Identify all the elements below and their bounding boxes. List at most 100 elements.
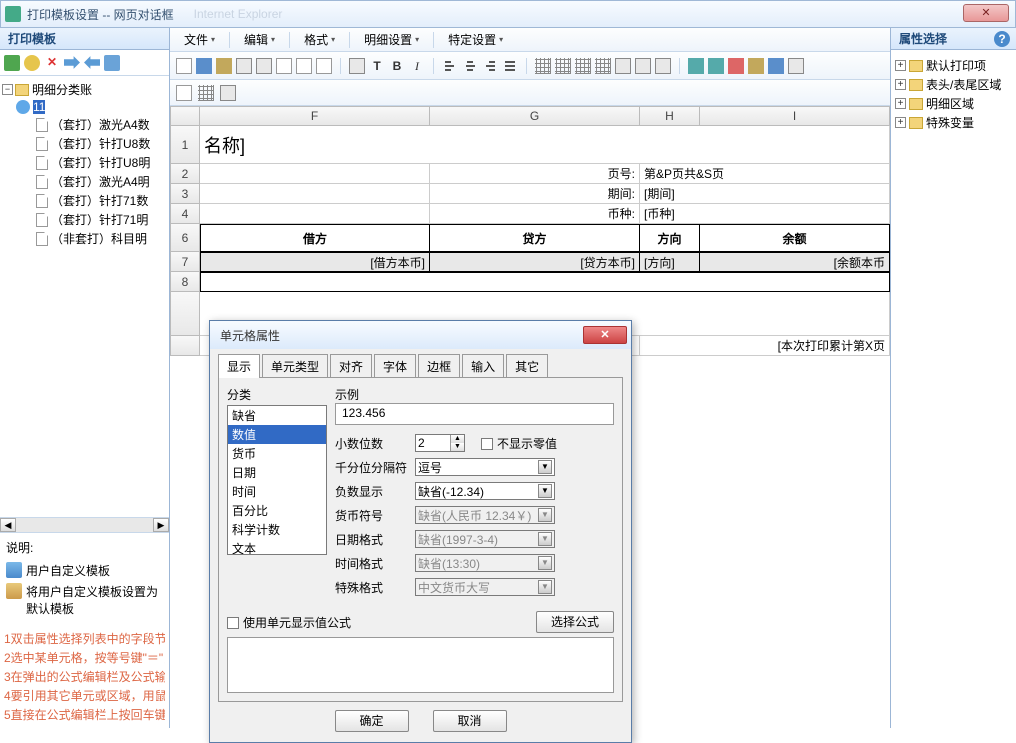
tab-input[interactable]: 输入 [462,354,504,378]
tree-child-label[interactable]: 11 [33,100,45,114]
tree-item[interactable]: 默认打印项 [926,57,986,74]
category-item[interactable]: 科学计数 [228,520,326,539]
open-icon[interactable] [216,58,232,74]
split-cells-icon[interactable] [555,58,571,74]
cell[interactable]: 币种: [430,204,640,224]
scroll-right-icon[interactable]: ▶ [153,518,169,532]
row-header[interactable]: 8 [170,272,200,292]
formula-label[interactable]: 使用单元显示值公式 [243,616,351,630]
page-setup-icon[interactable] [768,58,784,74]
category-item[interactable]: 数值 [228,425,326,444]
tab-display[interactable]: 显示 [218,354,260,378]
decimal-spinner[interactable]: ▲▼ [415,434,465,452]
merge-cells-icon[interactable] [535,58,551,74]
align-left-icon[interactable] [442,58,458,74]
preview-icon[interactable] [276,58,292,74]
row-header[interactable]: 4 [170,204,200,224]
category-item[interactable]: 缺省 [228,406,326,425]
ok-button[interactable]: 确定 [335,710,409,732]
cell[interactable]: [币种] [640,204,890,224]
cell[interactable]: 余额 [700,224,890,252]
cell[interactable]: 名称] [200,126,890,164]
tab-celltype[interactable]: 单元类型 [262,354,328,378]
copy-template-icon[interactable] [104,55,120,71]
cell-icon[interactable] [220,85,236,101]
export-icon[interactable] [84,55,100,71]
formula-textarea[interactable] [227,637,614,693]
category-item[interactable]: 文本 [228,539,326,555]
tree-item[interactable]: （套打）针打71数 [51,192,148,209]
paste-icon[interactable] [256,58,272,74]
tree-item[interactable]: （套打）针打U8明 [51,154,150,171]
menu-edit[interactable]: 编辑▾ [238,29,281,50]
cell[interactable]: [本次打印累计第X页 [640,336,890,356]
cell[interactable]: 借方 [200,224,430,252]
text-icon[interactable]: T [369,58,385,74]
row-header[interactable] [170,292,200,336]
chevron-down-icon[interactable]: ▼ [538,484,552,498]
template-tree[interactable]: −明细分类账 11 （套打）激光A4数 （套打）针打U8数 （套打）针打U8明 … [0,76,169,517]
tree-item[interactable]: 表头/表尾区域 [926,76,1001,93]
bold-icon[interactable]: B [389,58,405,74]
category-item[interactable]: 日期 [228,463,326,482]
collapse-icon[interactable]: − [2,84,13,95]
row-header[interactable]: 1 [170,126,200,164]
cell[interactable]: 页号: [430,164,640,184]
undo-icon[interactable] [296,58,312,74]
import-icon[interactable] [64,55,80,71]
cell[interactable]: [借方本币] [200,252,430,272]
cell[interactable] [200,184,430,204]
page-icon[interactable] [176,85,192,101]
select-all-corner[interactable] [170,106,200,126]
menu-file[interactable]: 文件▾ [178,29,221,50]
header-icon[interactable] [728,58,744,74]
expand-icon[interactable]: + [895,98,906,109]
cell[interactable]: [余额本币 [700,252,890,272]
row-header[interactable]: 6 [170,224,200,252]
grid-icon[interactable] [595,58,611,74]
edit-template-icon[interactable] [24,55,40,71]
col-header[interactable]: I [700,106,890,126]
copy-icon[interactable] [236,58,252,74]
category-item[interactable]: 百分比 [228,501,326,520]
menu-format[interactable]: 格式▾ [298,29,341,50]
region-icon[interactable] [688,58,704,74]
format-paint-icon[interactable] [349,58,365,74]
menu-special[interactable]: 特定设置▾ [442,29,509,50]
hide-zero-label[interactable]: 不显示零值 [497,437,557,451]
table-icon[interactable] [198,85,214,101]
decimal-input[interactable] [416,435,450,451]
col-header[interactable]: G [430,106,640,126]
tab-font[interactable]: 字体 [374,354,416,378]
insert-col-icon[interactable] [635,58,651,74]
align-right-icon[interactable] [482,58,498,74]
tree-item[interactable]: （套打）激光A4明 [51,173,150,190]
align-center-icon[interactable] [462,58,478,74]
category-item[interactable]: 时间 [228,482,326,501]
row-header[interactable] [170,336,200,356]
cell[interactable]: 贷方 [430,224,640,252]
cancel-button[interactable]: 取消 [433,710,507,732]
tree-item[interactable]: （套打）针打U8数 [51,135,150,152]
select-formula-button[interactable]: 选择公式 [536,611,614,633]
chevron-down-icon[interactable]: ▼ [538,460,552,474]
negative-combo[interactable]: 缺省(-12.34)▼ [415,482,555,500]
cell[interactable]: 期间: [430,184,640,204]
spin-up-icon[interactable]: ▲ [450,435,464,443]
tree-item[interactable]: （套打）针打71明 [51,211,148,228]
col-header[interactable]: F [200,106,430,126]
save-icon[interactable] [196,58,212,74]
tab-align[interactable]: 对齐 [330,354,372,378]
insert-row-icon[interactable] [615,58,631,74]
scroll-track[interactable] [16,518,153,532]
tree-item[interactable]: （套打）激光A4数 [51,116,150,133]
help-icon[interactable]: ? [994,31,1010,47]
tree-root-label[interactable]: 明细分类账 [32,81,92,98]
expand-icon[interactable]: + [895,60,906,71]
expand-icon[interactable]: + [895,79,906,90]
row-header[interactable]: 2 [170,164,200,184]
menu-detail[interactable]: 明细设置▾ [358,29,425,50]
dialog-close-button[interactable]: ✕ [583,326,627,344]
cell[interactable]: [贷方本币] [430,252,640,272]
row-header[interactable]: 3 [170,184,200,204]
